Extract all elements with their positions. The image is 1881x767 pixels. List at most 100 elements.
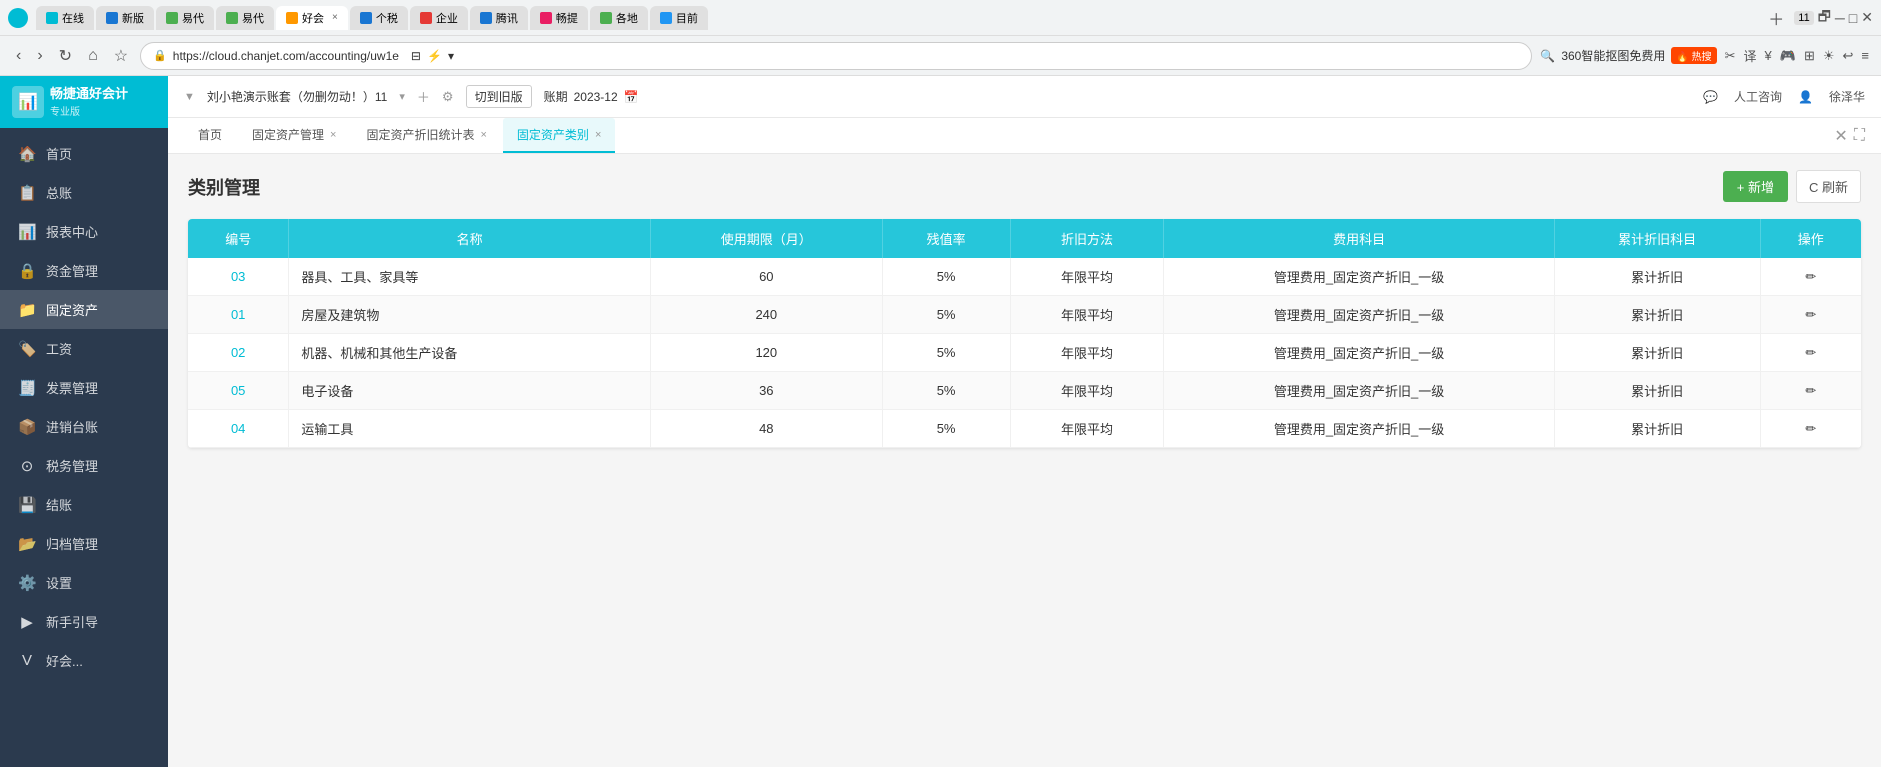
cell-4-2: 48 [650, 410, 882, 448]
edit-action-2[interactable]: ✏ [1760, 334, 1861, 372]
sidebar-item-fixed-assets[interactable]: 📁 固定资产 [0, 290, 168, 329]
address-bar[interactable]: 🔒 https://cloud.chanjet.com/accounting/u… [140, 42, 1532, 70]
page-tab-fixed-asset-mgmt[interactable]: 固定资产管理 × [238, 118, 350, 153]
tab-favicon-4 [286, 12, 298, 24]
edit-action-3[interactable]: ✏ [1760, 372, 1861, 410]
cell-2-0: 02 [188, 334, 289, 372]
sidebar-item-settings[interactable]: ⚙️ 设置 [0, 563, 168, 602]
service-label[interactable]: 人工咨询 [1734, 88, 1782, 105]
period-value: 2023-12 [574, 90, 618, 104]
tab-close-4[interactable]: × [332, 12, 338, 23]
page-tab-home-label: 首页 [198, 126, 222, 143]
currency-icon[interactable]: ¥ [1765, 48, 1772, 63]
page-tab-home[interactable]: 首页 [184, 118, 236, 153]
sidebar-item-invoice[interactable]: 🧾 发票管理 [0, 368, 168, 407]
page-tab-close-3[interactable]: × [595, 129, 601, 141]
browser-tab-7[interactable]: 腾讯 [470, 6, 528, 30]
payroll-icon: 🏷️ [18, 340, 36, 358]
dropdown-user-icon[interactable]: ▼ [184, 91, 195, 103]
ledger-icon: 📋 [18, 184, 36, 202]
tab-favicon-3 [226, 12, 238, 24]
sidebar-item-label-fixed-assets: 固定资产 [46, 300, 98, 319]
sidebar-item-label-settings: 设置 [46, 573, 72, 592]
switch-to-old-button[interactable]: 切到旧版 [466, 85, 532, 108]
page-tab-depreciation[interactable]: 固定资产折旧统计表 × [352, 118, 500, 153]
table-row: 04运输工具485%年限平均管理费用_固定资产折旧_一级累计折旧✏ [188, 410, 1861, 448]
page-tab-close-2[interactable]: × [480, 129, 486, 141]
translate-icon[interactable]: 译 [1744, 46, 1757, 65]
minimize-icon[interactable]: ─ [1835, 10, 1845, 26]
tab-label-2: 易代 [182, 10, 204, 26]
browser-tab-2[interactable]: 易代 [156, 6, 214, 30]
tutorial-icon: ▶ [18, 613, 36, 631]
sidebar-item-tax[interactable]: ⊙ 税务管理 [0, 446, 168, 485]
maximize-icon[interactable]: □ [1849, 10, 1857, 26]
plus-icon[interactable]: ＋ [417, 87, 430, 106]
menu-icon[interactable]: ≡ [1861, 48, 1869, 63]
sidebar-item-closing[interactable]: 💾 结账 [0, 485, 168, 524]
sidebar-item-reports[interactable]: 📊 报表中心 [0, 212, 168, 251]
browser-tab-1[interactable]: 新版 [96, 6, 154, 30]
browser-tab-8[interactable]: 畅提 [530, 6, 588, 30]
gear-icon[interactable]: ⚙ [442, 89, 454, 105]
tab-label-4: 好会 [302, 10, 324, 26]
sidebar-item-archive[interactable]: 📂 归档管理 [0, 524, 168, 563]
expand-icon[interactable]: ⛶ [1854, 127, 1865, 145]
main-content: ▼ 刘小艳演示账套（勿删勿动！）11 ▾ ＋ ⚙ 切到旧版 账期 2023-12… [168, 76, 1881, 767]
add-button[interactable]: + 新增 [1723, 171, 1788, 202]
grid-icon[interactable]: ⊞ [1804, 48, 1815, 64]
browser-tab-6[interactable]: 企业 [410, 6, 468, 30]
home-button[interactable]: ⌂ [84, 45, 102, 67]
sidebar-item-funds[interactable]: 🔒 资金管理 [0, 251, 168, 290]
back-button[interactable]: ‹ [12, 45, 25, 67]
game-icon[interactable]: 🎮 [1780, 48, 1796, 64]
forward-button[interactable]: › [33, 45, 46, 67]
refresh-button[interactable]: C 刷新 [1796, 170, 1861, 203]
sidebar-item-tutorial[interactable]: ▶ 新手引导 [0, 602, 168, 641]
edit-action-0[interactable]: ✏ [1760, 258, 1861, 296]
restore-icon[interactable]: 🗗 [1818, 6, 1831, 30]
cell-2-3: 5% [882, 334, 1010, 372]
browser-tab-5[interactable]: 个税 [350, 6, 408, 30]
page-tab-category[interactable]: 固定资产类别 × [503, 118, 615, 153]
close-all-tabs-icon[interactable]: ✕ [1834, 126, 1847, 146]
browser-tab-3[interactable]: 易代 [216, 6, 274, 30]
reload-button[interactable]: ↻ [55, 44, 76, 68]
browser-tab-4[interactable]: 好会 × [276, 6, 348, 30]
cut-icon[interactable]: ✂ [1725, 48, 1736, 64]
undo-icon[interactable]: ↩ [1843, 48, 1854, 64]
cell-3-1: 电子设备 [289, 372, 651, 410]
page-tab-close-1[interactable]: × [330, 129, 336, 141]
sidebar-item-home[interactable]: 🏠 首页 [0, 134, 168, 173]
user-info: 刘小艳演示账套（勿删勿动！）11 [207, 88, 387, 105]
sidebar-item-label-reports: 报表中心 [46, 222, 98, 241]
sidebar-item-inventory[interactable]: 📦 进销台账 [0, 407, 168, 446]
brightness-icon[interactable]: ☀ [1823, 48, 1835, 64]
page-title: 类别管理 [188, 174, 260, 200]
calendar-icon[interactable]: 📅 [624, 90, 639, 104]
page-tab-category-label: 固定资产类别 [517, 126, 589, 143]
close-window-icon[interactable]: ✕ [1861, 9, 1873, 26]
page-tab-fixed-asset-mgmt-label: 固定资产管理 [252, 126, 324, 143]
browser-tab-9[interactable]: 各地 [590, 6, 648, 30]
browser-tab-10[interactable]: 目前 [650, 6, 708, 30]
cell-0-1: 器具、工具、家具等 [289, 258, 651, 296]
browser-tab-0[interactable]: 在线 [36, 6, 94, 30]
tab-favicon-7 [480, 12, 492, 24]
cell-1-6: 累计折旧 [1554, 296, 1760, 334]
table-row: 01房屋及建筑物2405%年限平均管理费用_固定资产折旧_一级累计折旧✏ [188, 296, 1861, 334]
dropdown-arrow-user[interactable]: ▾ [399, 90, 405, 103]
new-tab-button[interactable]: ＋ [1762, 6, 1790, 30]
tax-icon: ⊙ [18, 457, 36, 475]
sidebar-item-payroll[interactable]: 🏷️ 工资 [0, 329, 168, 368]
edit-action-1[interactable]: ✏ [1760, 296, 1861, 334]
dropdown-arrow-icon[interactable]: ▾ [448, 49, 454, 63]
tab-favicon-2 [166, 12, 178, 24]
cell-3-0: 05 [188, 372, 289, 410]
bookmark-button[interactable]: ☆ [110, 44, 132, 68]
sidebar-item-extra[interactable]: V 好会... [0, 641, 168, 680]
sidebar-item-ledger[interactable]: 📋 总账 [0, 173, 168, 212]
edit-action-4[interactable]: ✏ [1760, 410, 1861, 448]
cell-4-1: 运输工具 [289, 410, 651, 448]
cell-0-3: 5% [882, 258, 1010, 296]
